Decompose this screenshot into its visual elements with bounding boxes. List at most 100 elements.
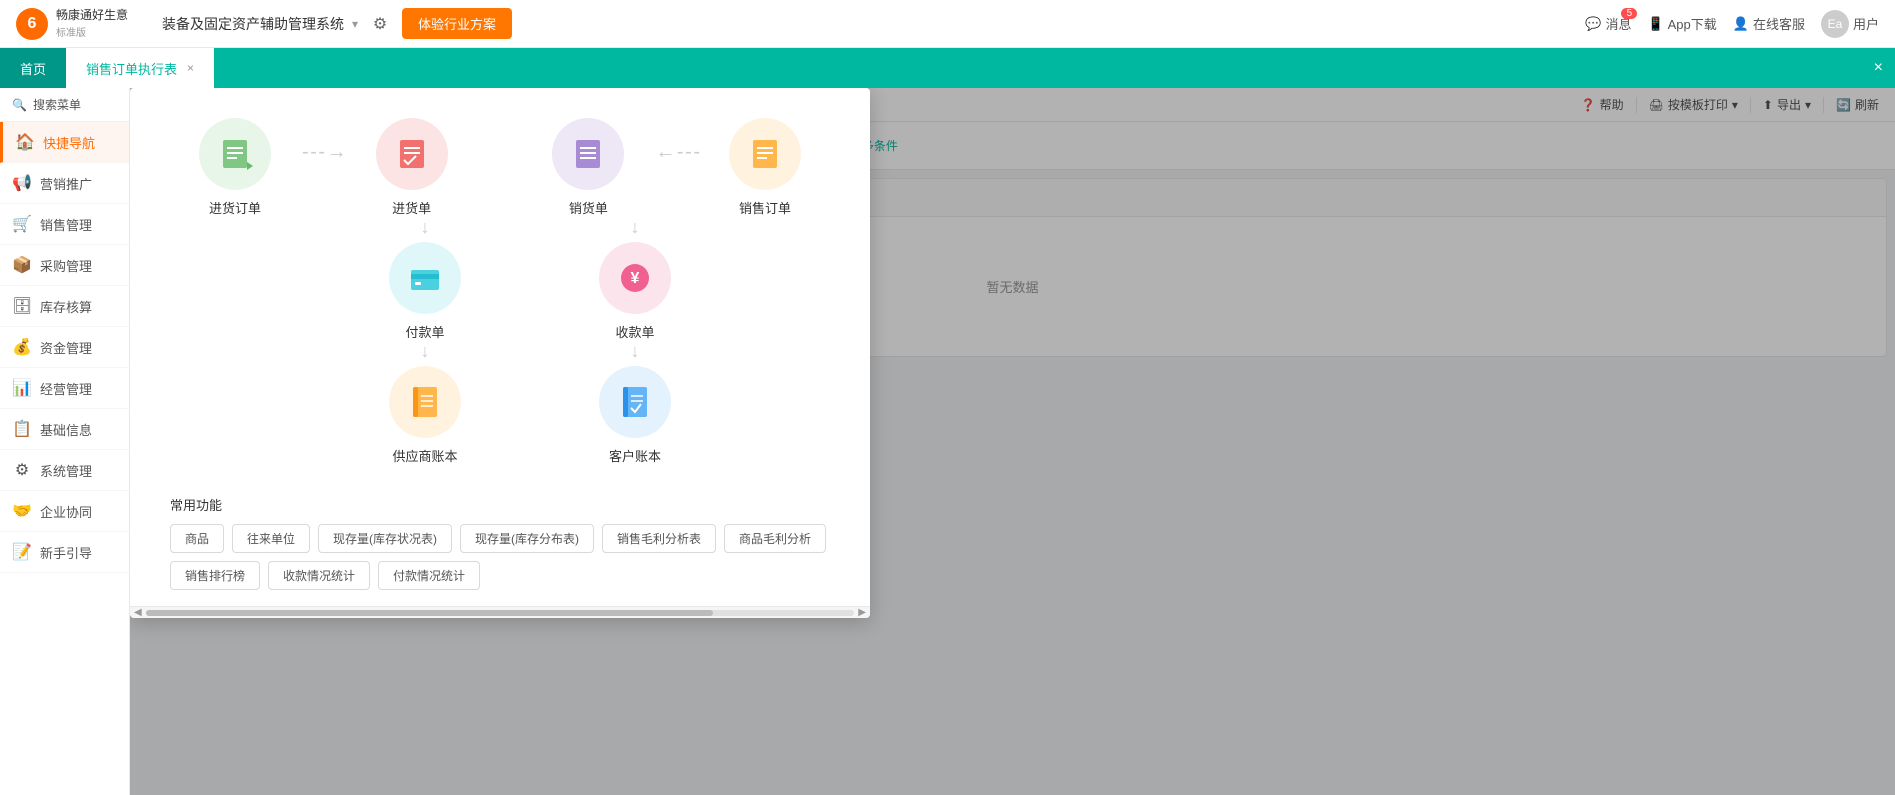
sidebar-item-purchase[interactable]: 📦 采购管理: [0, 245, 129, 286]
sidebar-label-guide: 新手引导: [40, 543, 92, 562]
sidebar-item-finance[interactable]: 💰 资金管理: [0, 327, 129, 368]
sidebar-label-system: 系统管理: [40, 461, 92, 480]
tab-sales-order[interactable]: 销售订单执行表 ×: [66, 48, 214, 88]
supplier-ledger-label: 供应商账本: [392, 446, 457, 465]
flow-node-receipt: ¥ 收款单: [570, 242, 700, 341]
arrow-spacer1: [477, 153, 524, 183]
sidebar-item-basic-info[interactable]: 📋 基础信息: [0, 409, 129, 450]
tab-close-icon[interactable]: ×: [187, 61, 194, 75]
nav-close-button[interactable]: ×: [1874, 48, 1895, 88]
payment-label: 付款单: [405, 322, 444, 341]
system-title-area: 装备及固定资产辅助管理系统 ▾ ⚙ 体验行业方案: [162, 8, 1585, 39]
cf-btn-receipt-stats[interactable]: 收款情况统计: [268, 561, 370, 590]
logo-text: 畅康通好生意: [56, 8, 128, 24]
sales-order-label: 销售订单: [739, 198, 791, 217]
guide-icon: 📝: [12, 542, 32, 562]
main-layout: 🔍 搜索菜单 🏠 快捷导航 📢 营销推广 🛒 销售管理 📦 采购管理 🗄 库存核…: [0, 88, 1895, 795]
flow-node-sales-receipt: 销货单: [523, 118, 653, 217]
cf-btn-sales-ranking[interactable]: 销售排行榜: [170, 561, 260, 590]
sales-order-tab-label: 销售订单执行表: [86, 59, 177, 78]
sidebar-item-collab[interactable]: 🤝 企业协同: [0, 491, 129, 532]
common-functions-area: 常用功能 商品 往来单位 现存量(库存状况表) 现存量(库存分布表) 销售毛利分…: [130, 485, 870, 606]
flow-node-payment: 付款单: [360, 242, 490, 341]
trial-button[interactable]: 体验行业方案: [402, 8, 512, 39]
logo-text-area: 畅康通好生意 标准版: [56, 8, 128, 39]
settings-icon-button[interactable]: ⚙: [366, 10, 394, 38]
search-menu-button[interactable]: 🔍 搜索菜单: [0, 88, 129, 122]
online-service-button[interactable]: 👤 在线客服: [1733, 14, 1805, 33]
marketing-icon: 📢: [12, 173, 32, 193]
purchase-order-label: 进货订单: [209, 198, 261, 217]
sidebar-label-quick-nav: 快捷导航: [43, 133, 95, 152]
common-functions-title: 常用功能: [170, 495, 830, 514]
payment-circle: [389, 242, 461, 314]
logo-sub: 标准版: [56, 24, 128, 39]
arrow-down2: ↓: [570, 217, 700, 238]
scrollbar-thumb: [146, 610, 713, 616]
sidebar-item-marketing[interactable]: 📢 营销推广: [0, 163, 129, 204]
sidebar-item-inventory[interactable]: 🗄 库存核算: [0, 286, 129, 327]
service-icon: 👤: [1733, 16, 1749, 32]
sales-icon: 🛒: [12, 214, 32, 234]
sidebar-label-operations: 经营管理: [40, 379, 92, 398]
scrollbar-track[interactable]: [146, 610, 855, 616]
sidebar-item-sales[interactable]: 🛒 销售管理: [0, 204, 129, 245]
sidebar: 🔍 搜索菜单 🏠 快捷导航 📢 营销推广 🛒 销售管理 📦 采购管理 🗄 库存核…: [0, 88, 130, 795]
operations-icon: 📊: [12, 378, 32, 398]
tab-home[interactable]: 首页: [0, 48, 66, 88]
sales-order-circle: [729, 118, 801, 190]
user-menu[interactable]: Ea 用户: [1821, 10, 1879, 38]
header-right: 💬 消息 5 📱 App下载 👤 在线客服 Ea 用户: [1585, 10, 1879, 38]
arrow-down1: ↓: [360, 217, 490, 238]
app-download-label: App下载: [1668, 14, 1717, 33]
logo-area: 6 畅康通好生意 标准版: [16, 8, 146, 40]
chevron-down-icon[interactable]: ▾: [352, 17, 358, 31]
cf-buttons-row2: 销售排行榜 收款情况统计 付款情况统计: [170, 561, 830, 590]
logo-icon: 6: [16, 8, 48, 40]
scroll-left-icon[interactable]: ◀: [134, 607, 142, 618]
scroll-right-icon[interactable]: ▶: [858, 607, 866, 618]
home-tab-label: 首页: [20, 59, 46, 78]
flow-node-purchase-receipt: 进货单: [347, 118, 477, 217]
sidebar-item-quick-nav[interactable]: 🏠 快捷导航: [0, 122, 129, 163]
arrow-down3: ↓: [360, 341, 490, 362]
nav-tabs: 首页 销售订单执行表 × ×: [0, 48, 1895, 88]
inventory-icon: 🗄: [12, 296, 32, 316]
flow-node-sales-order: 销售订单: [700, 118, 830, 217]
cf-btn-stock-status[interactable]: 现存量(库存状况表): [318, 524, 452, 553]
purchase-receipt-label: 进货单: [392, 198, 431, 217]
flow-arrows-row2: ↓ ↓: [170, 341, 830, 362]
sidebar-label-marketing: 营销推广: [40, 174, 92, 193]
arrow-down4: ↓: [570, 341, 700, 362]
modal-scrollbar: ◀ ▶: [130, 606, 870, 618]
cf-btn-partner[interactable]: 往来单位: [232, 524, 310, 553]
app-download-button[interactable]: 📱 App下载: [1647, 14, 1716, 33]
flow-node-customer-ledger: 客户账本: [570, 366, 700, 465]
flow-node-purchase-order: 进货订单: [170, 118, 300, 217]
sidebar-label-collab: 企业协同: [40, 502, 92, 521]
arrow-h2: ← - - -: [653, 141, 700, 194]
cf-btn-product[interactable]: 商品: [170, 524, 224, 553]
cf-btn-product-profit[interactable]: 商品毛利分析: [724, 524, 826, 553]
app-icon: 📱: [1647, 16, 1663, 32]
finance-icon: 💰: [12, 337, 32, 357]
sidebar-item-guide[interactable]: 📝 新手引导: [0, 532, 129, 573]
modal-box: 进货订单 - - - → 进货单: [130, 88, 870, 618]
sidebar-item-operations[interactable]: 📊 经营管理: [0, 368, 129, 409]
modal-overlay[interactable]: 进货订单 - - - → 进货单: [130, 88, 1895, 795]
supplier-ledger-circle: [389, 366, 461, 438]
top-header: 6 畅康通好生意 标准版 装备及固定资产辅助管理系统 ▾ ⚙ 体验行业方案 💬 …: [0, 0, 1895, 48]
cf-btn-stock-dist[interactable]: 现存量(库存分布表): [460, 524, 594, 553]
sales-receipt-circle: [552, 118, 624, 190]
purchase-order-circle: [199, 118, 271, 190]
sidebar-label-finance: 资金管理: [40, 338, 92, 357]
sidebar-item-system[interactable]: ⚙ 系统管理: [0, 450, 129, 491]
sidebar-label-basic-info: 基础信息: [40, 420, 92, 439]
collab-icon: 🤝: [12, 501, 32, 521]
sidebar-label-sales: 销售管理: [40, 215, 92, 234]
message-button[interactable]: 💬 消息 5: [1585, 14, 1631, 33]
cf-btn-sales-profit[interactable]: 销售毛利分析表: [602, 524, 716, 553]
system-icon: ⚙: [12, 460, 32, 480]
cf-btn-payment-stats[interactable]: 付款情况统计: [378, 561, 480, 590]
receipt-label: 收款单: [615, 322, 654, 341]
